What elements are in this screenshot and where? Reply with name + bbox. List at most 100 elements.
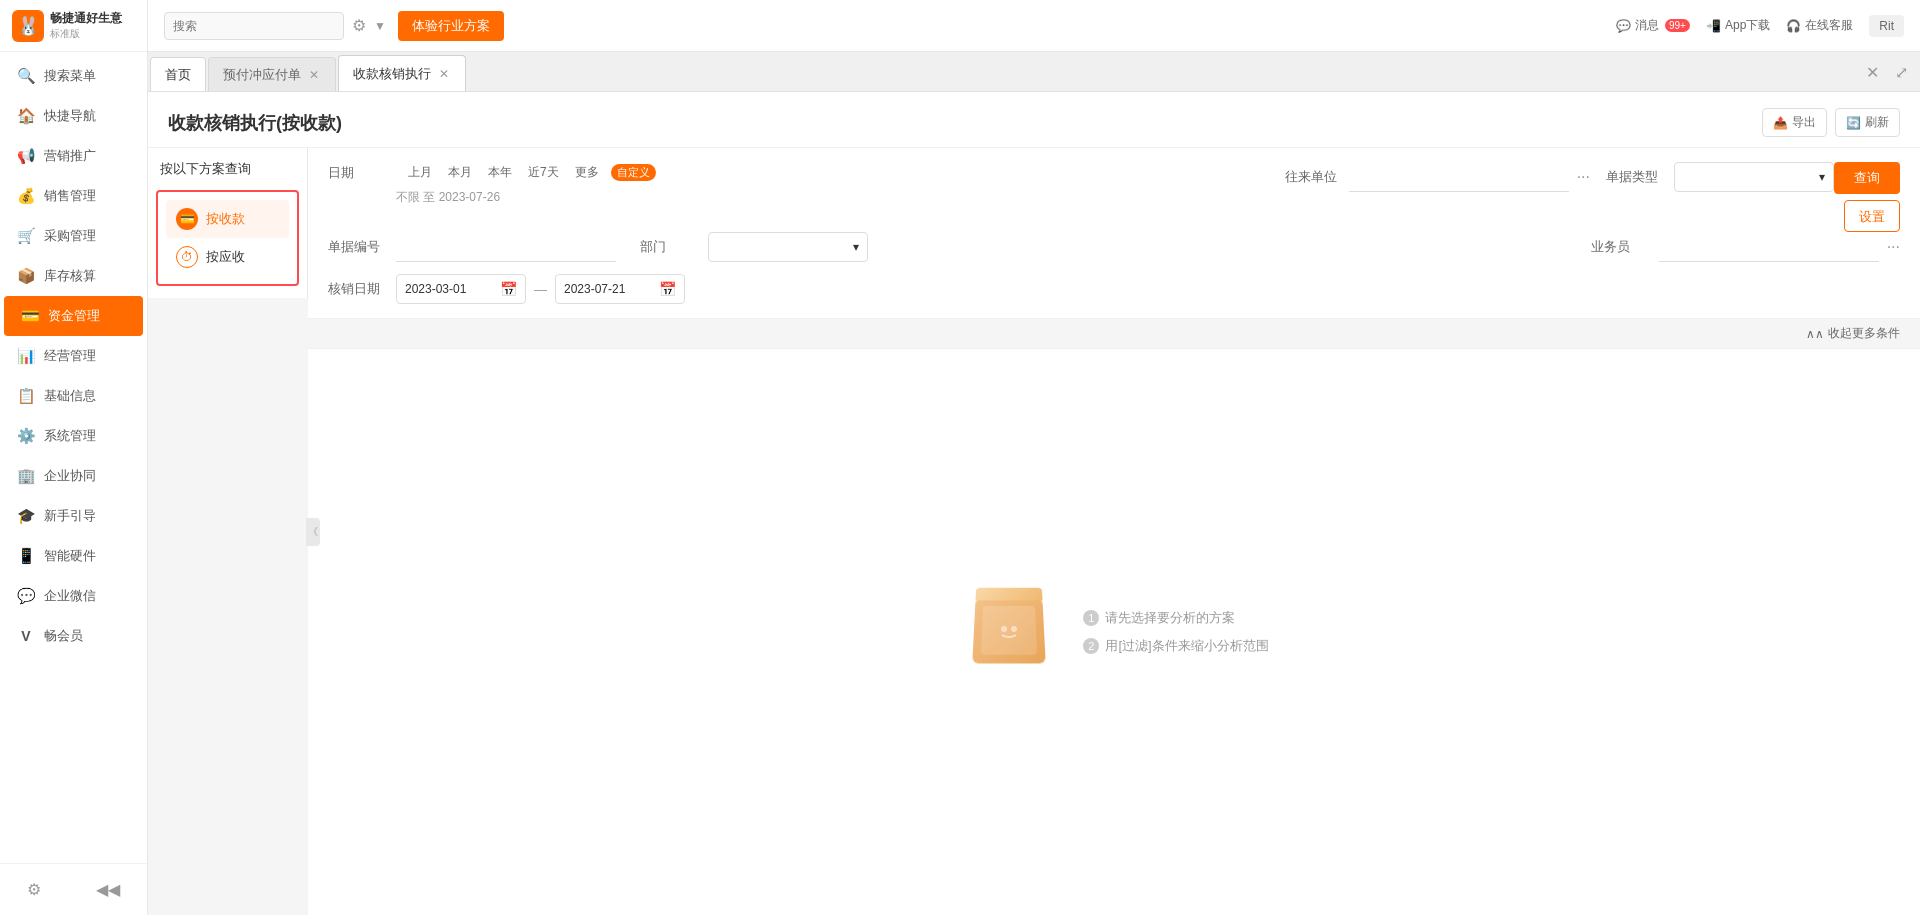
message-icon: 💬	[1616, 19, 1631, 33]
settings-footer-btn[interactable]: ⚙	[15, 872, 53, 907]
collapse-more-btn[interactable]: ∧∧ 收起更多条件	[308, 319, 1920, 349]
filter-option-by-receipt[interactable]: 💳 按收款	[166, 200, 289, 238]
box-shape	[973, 599, 1046, 664]
query-area: 日期 上月 本月 本年 近7天 更多 自定义	[308, 148, 1920, 915]
tab-receipt[interactable]: 收款核销执行 ✕	[338, 55, 466, 91]
operation-icon: 📊	[16, 346, 36, 366]
sidebar-item-sales[interactable]: 💰 销售管理	[0, 176, 147, 216]
industry-btn[interactable]: 体验行业方案	[398, 11, 504, 41]
date-opt-this-year[interactable]: 本年	[484, 162, 516, 183]
collapse-panel-btn[interactable]: 《	[306, 518, 320, 546]
topbar-search-input[interactable]	[164, 12, 344, 40]
sidebar-item-search[interactable]: 🔍 搜索菜单	[0, 56, 147, 96]
verify-date-start-input[interactable]: 2023-03-01 📅	[396, 274, 526, 304]
sidebar-item-operation[interactable]: 📊 经营管理	[0, 336, 147, 376]
date-opt-more[interactable]: 更多	[571, 162, 603, 183]
topbar-gear-icon[interactable]: ⚙	[352, 16, 366, 35]
search-icon: 🔍	[16, 66, 36, 86]
topbar-right: 💬 消息 99+ 📲 App下载 🎧 在线客服 Rit	[1616, 15, 1904, 37]
sidebar-item-guide[interactable]: 🎓 新手引导	[0, 496, 147, 536]
sidebar-item-basic-info[interactable]: 📋 基础信息	[0, 376, 147, 416]
username-area[interactable]: Rit	[1869, 15, 1904, 37]
export-icon: 📤	[1773, 116, 1788, 130]
sidebar-item-quick-nav[interactable]: 🏠 快捷导航	[0, 96, 147, 136]
sidebar-item-purchase[interactable]: 🛒 采购管理	[0, 216, 147, 256]
message-label: 消息	[1635, 17, 1659, 34]
calendar-end-icon: 📅	[659, 281, 676, 297]
query-row-3: 核销日期 2023-03-01 📅 — 2023-07-21 📅	[328, 274, 1900, 304]
quick-nav-icon: 🏠	[16, 106, 36, 126]
query-row-1: 日期 上月 本月 本年 近7天 更多 自定义	[328, 162, 1261, 183]
sidebar-item-system[interactable]: ⚙️ 系统管理	[0, 416, 147, 456]
staff-dots[interactable]: ···	[1887, 238, 1900, 256]
tab-close-all-btn[interactable]: ✕	[1862, 58, 1883, 85]
finance-icon: 💳	[20, 306, 40, 326]
basic-info-icon: 📋	[16, 386, 36, 406]
date-custom-badge[interactable]: 自定义	[611, 164, 656, 181]
sidebar-footer: ⚙ ◀◀	[0, 863, 147, 915]
smart-hw-icon: 📱	[16, 546, 36, 566]
logo-icon: 🐰	[12, 10, 44, 42]
bill-type-label: 单据类型	[1606, 168, 1666, 186]
topbar-left: ⚙ ▼ 体验行业方案	[164, 11, 504, 41]
enterprise-icon: 🏢	[16, 466, 36, 486]
purchase-icon: 🛒	[16, 226, 36, 246]
app-download-btn[interactable]: 📲 App下载	[1706, 17, 1770, 34]
empty-state: 1 请先选择要分析的方案 2 用[过滤]条件来缩小分析范围	[308, 349, 1920, 915]
empty-tip-2: 2 用[过滤]条件来缩小分析范围	[1083, 637, 1268, 655]
tab-receipt-close[interactable]: ✕	[437, 65, 451, 83]
refresh-btn[interactable]: 🔄 刷新	[1835, 108, 1900, 137]
app-download-label: App下载	[1725, 17, 1770, 34]
tab-home[interactable]: 首页	[150, 57, 206, 91]
counterpart-dots[interactable]: ···	[1577, 168, 1590, 186]
sidebar-item-member[interactable]: V 畅会员	[0, 616, 147, 656]
query-btn[interactable]: 查询	[1834, 162, 1900, 194]
tab-expand-btn[interactable]: ⤢	[1891, 58, 1912, 85]
setting-btn[interactable]: 设置	[1844, 200, 1900, 232]
svg-point-1	[1011, 626, 1017, 632]
sidebar-item-enterprise[interactable]: 🏢 企业协同	[0, 456, 147, 496]
query-actions: 查询 设置	[1834, 162, 1900, 232]
sidebar-item-smart-hw[interactable]: 📱 智能硬件	[0, 536, 147, 576]
date-opt-7days[interactable]: 近7天	[524, 162, 563, 183]
query-form: 日期 上月 本月 本年 近7天 更多 自定义	[308, 148, 1920, 319]
online-service-btn[interactable]: 🎧 在线客服	[1786, 17, 1853, 34]
tabbar: 首页 预付冲应付单 ✕ 收款核销执行 ✕ ✕ ⤢	[148, 52, 1920, 92]
date-opt-this-month[interactable]: 本月	[444, 162, 476, 183]
tab-prepay-close[interactable]: ✕	[307, 66, 321, 84]
guide-icon: 🎓	[16, 506, 36, 526]
collapse-sidebar-btn[interactable]: ◀◀	[84, 872, 132, 907]
counterpart-input[interactable]	[1349, 162, 1569, 192]
message-badge: 99+	[1665, 19, 1690, 32]
query-row-2: 单据编号 部门 ▾ 业务员 ···	[328, 232, 1900, 262]
sidebar: 🐰 畅捷通好生意 标准版 🔍 搜索菜单 🏠 快捷导航 📢 营销推广 💰 销售管理…	[0, 0, 148, 915]
page-header: 收款核销执行(按收款) 📤 导出 🔄 刷新	[148, 92, 1920, 148]
dept-group: 部门 ▾	[640, 232, 868, 262]
sidebar-item-finance[interactable]: 💳 资金管理	[4, 296, 143, 336]
bill-type-select[interactable]: ▾	[1674, 162, 1834, 192]
sales-icon: 💰	[16, 186, 36, 206]
empty-tip-1: 1 请先选择要分析的方案	[1083, 609, 1268, 627]
box-face	[981, 606, 1037, 655]
main-area: ⚙ ▼ 体验行业方案 💬 消息 99+ 📲 App下载 🎧 在线客服 Rit	[148, 0, 1920, 915]
dept-label: 部门	[640, 238, 700, 256]
filter-option-by-receivable[interactable]: ⏱ 按应收	[166, 238, 289, 276]
sidebar-item-marketing[interactable]: 📢 营销推广	[0, 136, 147, 176]
message-btn[interactable]: 💬 消息 99+	[1616, 17, 1690, 34]
date-opt-last-month[interactable]: 上月	[404, 162, 436, 183]
sidebar-item-inventory[interactable]: 📦 库存核算	[0, 256, 147, 296]
sidebar-item-wecom[interactable]: 💬 企业微信	[0, 576, 147, 616]
verify-date-end-input[interactable]: 2023-07-21 📅	[555, 274, 685, 304]
sidebar-nav: 🔍 搜索菜单 🏠 快捷导航 📢 营销推广 💰 销售管理 🛒 采购管理 📦 库存核…	[0, 52, 147, 863]
dept-chevron-icon: ▾	[853, 240, 859, 254]
topbar-dropdown-icon[interactable]: ▼	[374, 19, 386, 33]
export-btn[interactable]: 📤 导出	[1762, 108, 1827, 137]
topbar: ⚙ ▼ 体验行业方案 💬 消息 99+ 📲 App下载 🎧 在线客服 Rit	[148, 0, 1920, 52]
bill-no-group: 单据编号	[328, 232, 616, 262]
staff-input[interactable]	[1659, 232, 1879, 262]
tab-prepay[interactable]: 预付冲应付单 ✕	[208, 57, 336, 91]
date-options: 上月 本月 本年 近7天 更多 自定义	[404, 162, 656, 183]
inventory-icon: 📦	[16, 266, 36, 286]
bill-no-input[interactable]	[396, 232, 616, 262]
dept-select[interactable]: ▾	[708, 232, 868, 262]
